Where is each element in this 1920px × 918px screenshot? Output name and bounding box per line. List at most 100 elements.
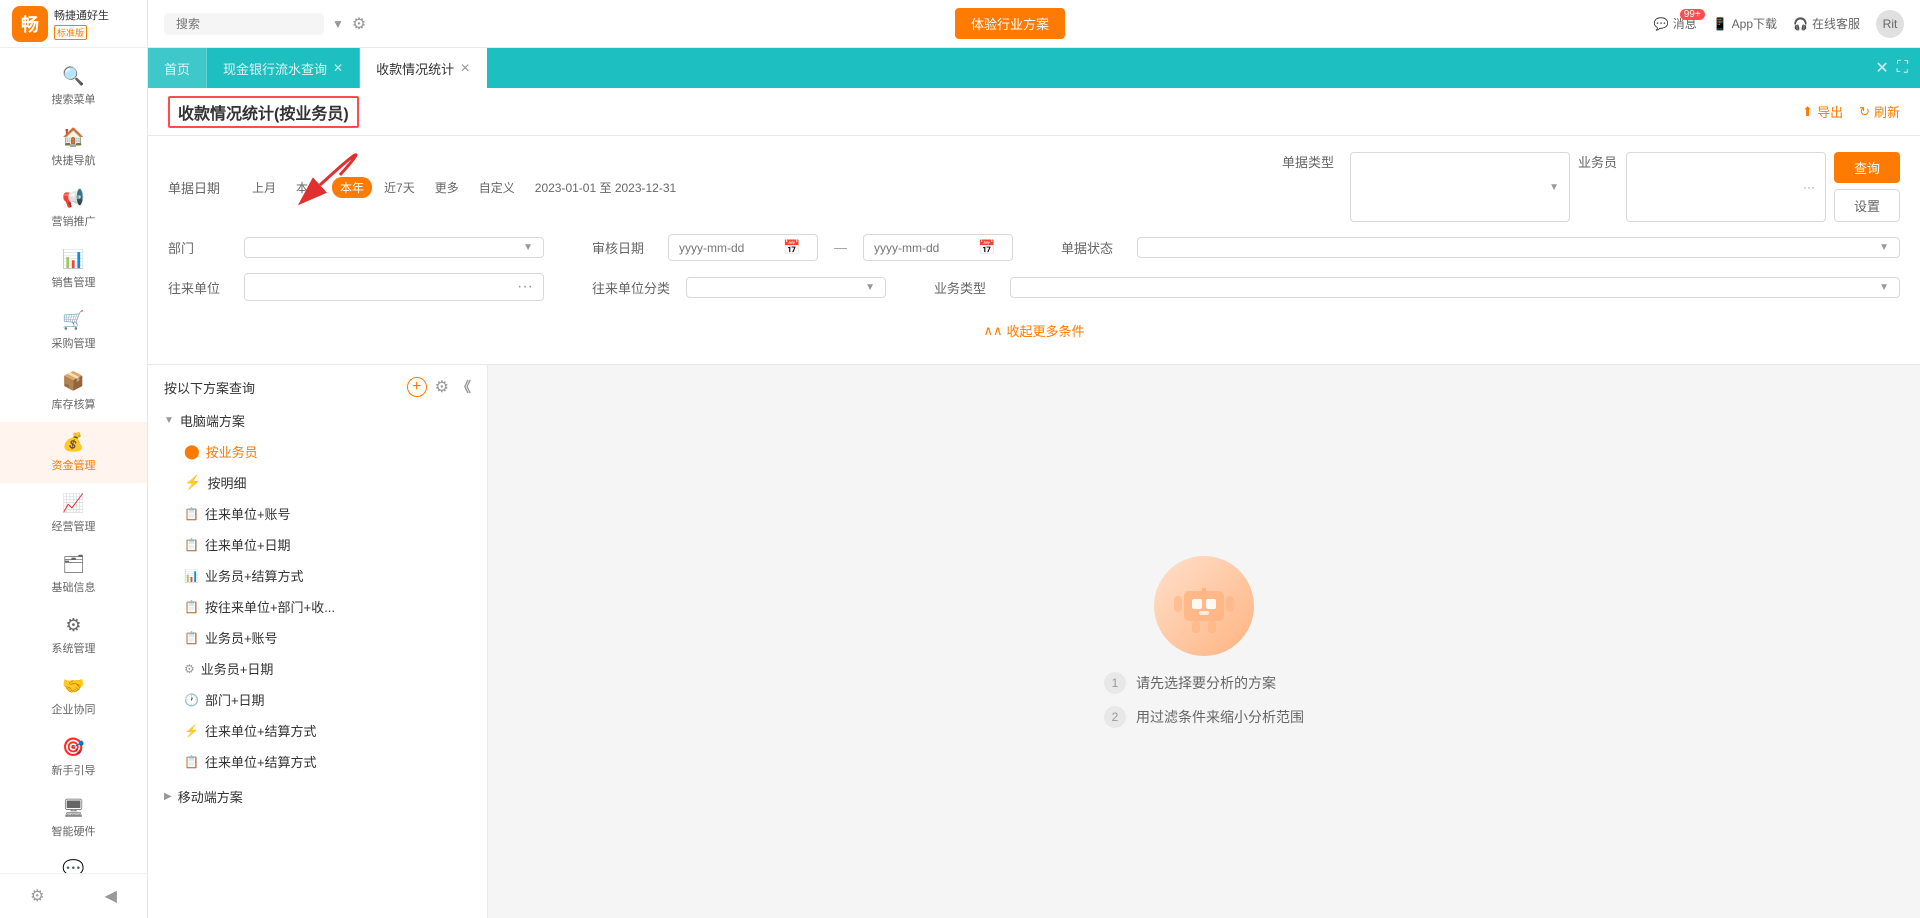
calendar-start-icon[interactable]: 📅	[783, 239, 800, 256]
review-date-end[interactable]: 📅	[863, 234, 1013, 261]
dept-arrow-icon: ▼	[523, 242, 533, 253]
desktop-group-header[interactable]: ▼ 电脑端方案	[148, 405, 487, 436]
sidebar-item-operation[interactable]: 📈 经营管理	[0, 483, 147, 544]
scheme-partner-settlement2[interactable]: 📋 往来单位+结算方式	[148, 746, 487, 777]
maximize-icon[interactable]: ⛶	[1897, 59, 1908, 77]
marketing-icon: 📢	[62, 188, 84, 209]
sidebar-item-finance[interactable]: 💰 资金管理	[0, 422, 147, 483]
purchase-icon: 🛒	[62, 310, 84, 331]
collapse-filter-button[interactable]: ∧∧ 收起更多条件	[168, 313, 1900, 348]
doc-status-select[interactable]: ▼	[1137, 237, 1900, 258]
collapse-sidebar-icon[interactable]: ◀	[105, 886, 117, 906]
scheme-partner-settlement1[interactable]: ⚡ 往来单位+结算方式	[148, 715, 487, 746]
refresh-button[interactable]: ↻ 刷新	[1859, 102, 1900, 121]
scheme-by-detail[interactable]: ⚡ 按明细	[148, 467, 487, 498]
export-button[interactable]: ⬆ 导出	[1802, 102, 1843, 121]
sidebar-item-inventory[interactable]: 📦 库存核算	[0, 361, 147, 422]
mobile-group: ▶ 移动端方案	[148, 781, 487, 812]
system-icon: ⚙	[65, 615, 81, 636]
basic-icon: 🗂	[62, 554, 85, 575]
message-button[interactable]: 💬 消息 99+	[1654, 15, 1697, 32]
sidebar-item-marketing[interactable]: 📢 营销推广	[0, 178, 147, 239]
sidebar-item-guide[interactable]: 🎯 新手引导	[0, 727, 147, 788]
message-badge: 99+	[1680, 9, 1705, 20]
export-icon: ⬆	[1802, 104, 1813, 120]
tab-close-bank-flow[interactable]: ✕	[333, 61, 343, 75]
scheme-label: 按以下方案查询	[164, 378, 255, 397]
inventory-icon: 📦	[62, 371, 84, 392]
online-service-button[interactable]: 🎧 在线客服	[1793, 15, 1860, 32]
scheme-dept-date[interactable]: 🕐 部门+日期	[148, 684, 487, 715]
scheme-by-partner-dept[interactable]: 📋 按往来单位+部门+收...	[148, 591, 487, 622]
topbar-gear-icon[interactable]: ⚙	[352, 14, 366, 34]
tab-close-collection-stat[interactable]: ✕	[460, 61, 470, 75]
date-tab-more[interactable]: 更多	[427, 177, 467, 198]
biz-type-select[interactable]: ▼	[1010, 277, 1900, 298]
partner-class-label: 往来单位分类	[592, 278, 670, 297]
date-tab-custom[interactable]: 自定义	[471, 177, 523, 198]
date-tab-last-month[interactable]: 上月	[244, 177, 284, 198]
hardware-icon: 🖥	[62, 798, 85, 819]
robot-svg	[1164, 566, 1244, 646]
partner-class-arrow-icon: ▼	[865, 282, 875, 293]
tabbar-actions: ✕ ⛶	[1875, 58, 1920, 78]
date-tab-this-year[interactable]: 本年	[332, 177, 372, 198]
setting-button[interactable]: 设置	[1834, 189, 1900, 222]
step-num-2: 2	[1104, 706, 1126, 728]
dept-select[interactable]: ▼	[244, 237, 544, 258]
scheme-by-salesperson[interactable]: ⬤ 按业务员	[148, 436, 487, 467]
user-avatar[interactable]: Rit	[1876, 10, 1904, 38]
search-input[interactable]	[164, 13, 324, 35]
trial-button[interactable]: 体验行业方案	[955, 8, 1065, 39]
sidebar-item-wechat[interactable]: 💬 企业微信	[0, 849, 147, 873]
date-dash: —	[834, 240, 847, 255]
scheme-salesperson-account[interactable]: 📋 业务员+账号	[148, 622, 487, 653]
tab-collection-stat[interactable]: 收款情况统计 ✕	[360, 48, 487, 88]
left-panel: 按以下方案查询 + ⚙ 《 ▼ 电脑端方案 ⬤ 按业务员	[148, 365, 488, 918]
salesperson-dots[interactable]: ···	[1803, 180, 1815, 194]
scheme-salesperson-settlement[interactable]: 📊 业务员+结算方式	[148, 560, 487, 591]
partner-class-select[interactable]: ▼	[686, 277, 886, 298]
scheme-settings-icon[interactable]: ⚙	[435, 377, 449, 397]
scheme-salesperson-date[interactable]: ⚙ 业务员+日期	[148, 653, 487, 684]
app-download-button[interactable]: 📱 App下载	[1713, 15, 1777, 32]
operation-icon: 📈	[62, 493, 84, 514]
doc-type-select[interactable]: ▼	[1350, 152, 1570, 222]
chevron-down-icon[interactable]: ▼	[332, 17, 344, 31]
date-tab-7days[interactable]: 近7天	[376, 177, 423, 198]
partner-settle1-icon: ⚡	[184, 724, 199, 738]
sidebar-item-quick-nav[interactable]: 🏠 快捷导航	[0, 117, 147, 178]
salesperson-select[interactable]: ···	[1626, 152, 1826, 222]
sidebar-item-system[interactable]: ⚙ 系统管理	[0, 605, 147, 666]
sidebar-item-search-menu[interactable]: 🔍 搜索菜单	[0, 56, 147, 117]
sidebar-item-purchase[interactable]: 🛒 采购管理	[0, 300, 147, 361]
tab-home[interactable]: 首页	[148, 48, 207, 88]
collapse-panel-icon[interactable]: 《	[457, 377, 471, 397]
review-date-start-input[interactable]	[679, 241, 779, 255]
close-window-icon[interactable]: ✕	[1875, 58, 1888, 78]
mobile-group-header[interactable]: ▶ 移动端方案	[148, 781, 487, 812]
query-button[interactable]: 查询	[1834, 152, 1900, 183]
sidebar-item-sales[interactable]: 📊 销售管理	[0, 239, 147, 300]
scheme-partner-date[interactable]: 📋 往来单位+日期	[148, 529, 487, 560]
settings-bottom-icon[interactable]: ⚙	[30, 886, 44, 906]
partner-dots[interactable]: ···	[517, 278, 533, 296]
date-tab-this-month[interactable]: 本月	[288, 177, 328, 198]
empty-step-2: 2 用过滤条件来缩小分析范围	[1104, 706, 1304, 728]
content-area: 收款情况统计(按业务员) ⬆ 导出 ↻ 刷新 单据日期 上月 本月	[148, 88, 1920, 918]
step-num-1: 1	[1104, 672, 1126, 694]
sidebar-item-enterprise[interactable]: 🤝 企业协同	[0, 666, 147, 727]
partner-select[interactable]: ···	[244, 273, 544, 301]
chevron-up-icon: ∧∧	[983, 323, 1002, 339]
left-panel-header: 按以下方案查询 + ⚙ 《	[148, 377, 487, 405]
review-date-end-input[interactable]	[874, 241, 974, 255]
sidebar-item-hardware[interactable]: 🖥 智能硬件	[0, 788, 147, 849]
refresh-icon: ↻	[1859, 104, 1870, 120]
tab-bank-flow[interactable]: 现金银行流水查询 ✕	[207, 48, 360, 88]
calendar-end-icon[interactable]: 📅	[978, 239, 995, 256]
page-title: 收款情况统计(按业务员)	[178, 106, 349, 123]
sidebar-item-basic[interactable]: 🗂 基础信息	[0, 544, 147, 605]
add-scheme-icon[interactable]: +	[407, 377, 427, 397]
review-date-start[interactable]: 📅	[668, 234, 818, 261]
scheme-partner-account[interactable]: 📋 往来单位+账号	[148, 498, 487, 529]
